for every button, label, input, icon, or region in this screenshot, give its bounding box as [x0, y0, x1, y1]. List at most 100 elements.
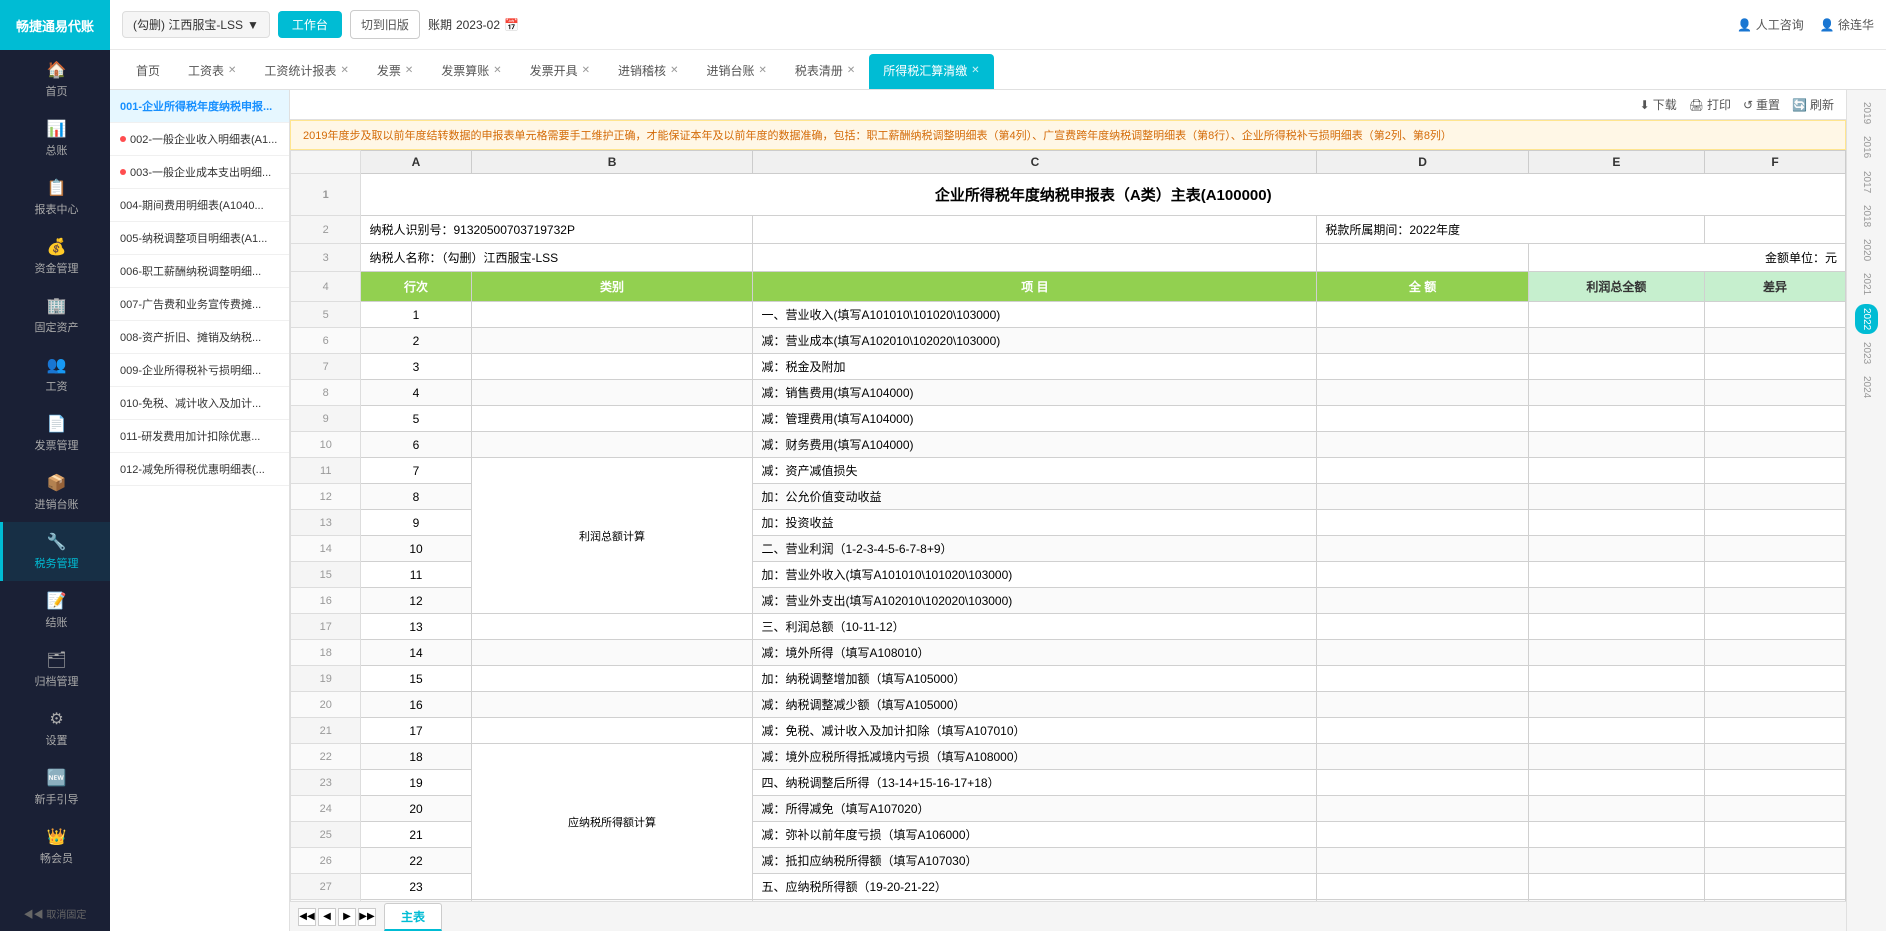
list-item-001[interactable]: 001-企业所得税年度纳税申报...	[110, 90, 289, 123]
table-row: 8 4 减：销售费用(填写A104000)	[291, 380, 1846, 406]
table-title: 企业所得税年度纳税申报表（A类）主表(A100000)	[361, 174, 1846, 216]
sheet-nav-first[interactable]: ◀◀	[298, 908, 316, 926]
tab-audit-close[interactable]: ✕	[670, 65, 678, 76]
taxpayer-id-label: 纳税人识别号：91320500703719732P	[361, 216, 753, 244]
tab-invoice-label: 发票	[377, 62, 401, 79]
closing-icon: 📝	[47, 591, 67, 611]
timeline-year-2023[interactable]: 2023	[1859, 338, 1874, 368]
download-label: 下载	[1653, 96, 1677, 113]
user-profile[interactable]: 👤 徐连华	[1820, 16, 1874, 33]
timeline-year-2019[interactable]: 2019	[1859, 98, 1874, 128]
timeline-year-2020[interactable]: 2020	[1859, 235, 1874, 265]
tab-tax-table-close[interactable]: ✕	[847, 65, 855, 76]
timeline-year-2021[interactable]: 2021	[1859, 269, 1874, 299]
timeline-year-2016[interactable]: 2016	[1859, 132, 1874, 162]
tab-income-tax[interactable]: 所得税汇算清缴 ✕	[869, 54, 993, 89]
list-item-003[interactable]: 003-一般企业成本支出明细...	[110, 156, 289, 189]
tab-tax-table-label: 税表清册	[795, 62, 843, 79]
tab-invoice-close[interactable]: ✕	[405, 65, 413, 76]
app-logo: 畅捷通易代账	[0, 0, 110, 50]
refresh-icon: 🔄	[1792, 98, 1807, 112]
list-item-003-label: 003-一般企业成本支出明细...	[130, 164, 271, 180]
sidebar-item-tax[interactable]: 🔧 税务管理	[0, 522, 110, 581]
timeline-year-2018[interactable]: 2018	[1859, 201, 1874, 231]
tab-payroll[interactable]: 工资表 ✕	[174, 54, 250, 89]
sidebar-item-member[interactable]: 👑 畅会员	[0, 817, 110, 876]
timeline-year-2017[interactable]: 2017	[1859, 167, 1874, 197]
tax-period-label: 税款所属期间：2022年度	[1317, 216, 1705, 244]
ai-consult-button[interactable]: 👤 人工咨询	[1737, 16, 1803, 33]
tab-invoice-issue-close[interactable]: ✕	[582, 65, 590, 76]
reset-button[interactable]: ↺ 重置	[1743, 96, 1780, 113]
pin-toggle[interactable]: ◀◀ 取消固定	[0, 896, 110, 931]
tab-payroll-close[interactable]: ✕	[228, 65, 236, 76]
tab-invoice-issue[interactable]: 发票开具 ✕	[516, 54, 604, 89]
tab-payroll-report[interactable]: 工资统计报表 ✕	[250, 54, 362, 89]
sidebar-item-finance[interactable]: 💰 资金管理	[0, 227, 110, 286]
sidebar-item-closing[interactable]: 📝 结账	[0, 581, 110, 640]
sidebar-label-guide: 新手引导	[35, 791, 79, 807]
col-header-diff: 差异	[1704, 272, 1845, 302]
list-item-010[interactable]: 010-免税、减计收入及加计...	[110, 387, 289, 420]
tab-tax-table[interactable]: 税表清册 ✕	[781, 54, 869, 89]
sidebar-item-ledger[interactable]: 📊 总账	[0, 109, 110, 168]
sheet-nav-prev[interactable]: ◀	[318, 908, 336, 926]
sidebar-item-sales[interactable]: 📦 进销台账	[0, 463, 110, 522]
col-header-seq: 行次	[361, 272, 471, 302]
timeline-year-2022[interactable]: 2022	[1855, 304, 1878, 334]
list-item-008[interactable]: 008-资产折旧、摊销及纳税...	[110, 321, 289, 354]
company-selector[interactable]: (勾删) 江西服宝-LSS ▼	[122, 11, 270, 38]
sidebar-label-invoice: 发票管理	[35, 437, 79, 453]
row-num-2: 2	[291, 216, 361, 244]
refresh-label: 刷新	[1810, 96, 1834, 113]
row-num-4: 4	[291, 272, 361, 302]
tab-payroll-report-close[interactable]: ✕	[340, 65, 348, 76]
refresh-button[interactable]: 🔄 刷新	[1792, 96, 1834, 113]
list-item-004[interactable]: 004-期间费用明细表(A1040...	[110, 189, 289, 222]
sidebar-item-payroll[interactable]: 👥 工资	[0, 345, 110, 404]
table-scroll[interactable]: A B C D E F 1 企业所得税年度纳税申报表（A类）主表(A100000…	[290, 150, 1846, 901]
sidebar-item-home[interactable]: 🏠 首页	[0, 50, 110, 109]
table-row: 19 15 加：纳税调整增加额（填写A105000）	[291, 666, 1846, 692]
list-item-002[interactable]: 002-一般企业收入明细表(A1...	[110, 123, 289, 156]
sidebar-item-reports[interactable]: 📋 报表中心	[0, 168, 110, 227]
workbench-button[interactable]: 工作台	[278, 11, 342, 38]
table-row-headers: 4 行次 类别 项 目 全 额 利润总全额 差异	[291, 272, 1846, 302]
list-item-009[interactable]: 009-企业所得税补亏损明细...	[110, 354, 289, 387]
sheet-nav-next[interactable]: ▶	[338, 908, 356, 926]
list-item-012[interactable]: 012-减免所得税优惠明细表(...	[110, 453, 289, 486]
print-button[interactable]: 🖨 打印	[1689, 96, 1731, 113]
sheet-nav-last[interactable]: ▶▶	[358, 908, 376, 926]
currency-label: 金额单位：元	[1528, 244, 1845, 272]
table-area: ⬇ 下载 🖨 打印 ↺ 重置 🔄 刷新 2019年度步及取以前年度结转	[290, 90, 1846, 931]
table-row: 11 7 利润总额计算 减：资产减值损失	[291, 458, 1846, 484]
calendar-icon[interactable]: 📅	[504, 18, 519, 32]
sidebar-label-reports: 报表中心	[35, 201, 79, 217]
tab-income-tax-close[interactable]: ✕	[971, 65, 979, 76]
sidebar-item-archive[interactable]: 🗂 归档管理	[0, 640, 110, 699]
list-item-006[interactable]: 006-职工薪酬纳税调整明细...	[110, 255, 289, 288]
timeline-year-2024[interactable]: 2024	[1859, 372, 1874, 402]
tab-ledger-close[interactable]: ✕	[758, 65, 766, 76]
tab-invoice[interactable]: 发票 ✕	[363, 54, 427, 89]
download-button[interactable]: ⬇ 下载	[1640, 96, 1677, 113]
list-item-011[interactable]: 011-研发费用加计扣除优惠...	[110, 420, 289, 453]
tab-invoice-calc-close[interactable]: ✕	[493, 65, 501, 76]
sidebar-item-guide[interactable]: 🆕 新手引导	[0, 758, 110, 817]
tab-home[interactable]: 首页	[122, 54, 174, 89]
print-label: 打印	[1707, 96, 1731, 113]
main-table: A B C D E F 1 企业所得税年度纳税申报表（A类）主表(A100000…	[290, 150, 1846, 901]
tab-ledger[interactable]: 进销台账 ✕	[692, 54, 780, 89]
col-header-item: 项 目	[753, 272, 1317, 302]
list-item-005[interactable]: 005-纳税调整项目明细表(A1...	[110, 222, 289, 255]
sheet-tab-main[interactable]: 主表	[384, 903, 442, 931]
sidebar-item-invoice[interactable]: 📄 发票管理	[0, 404, 110, 463]
tab-audit[interactable]: 进销稽核 ✕	[604, 54, 692, 89]
old-version-button[interactable]: 切到旧版	[350, 10, 420, 39]
tab-invoice-calc[interactable]: 发票算账 ✕	[427, 54, 515, 89]
sidebar-item-settings[interactable]: ⚙ 设置	[0, 699, 110, 758]
sidebar-item-assets[interactable]: 🏢 固定资产	[0, 286, 110, 345]
tab-ledger-label: 进销台账	[706, 62, 754, 79]
list-item-007[interactable]: 007-广告费和业务宣传费摊...	[110, 288, 289, 321]
company-name: (勾删) 江西服宝-LSS	[133, 16, 243, 33]
